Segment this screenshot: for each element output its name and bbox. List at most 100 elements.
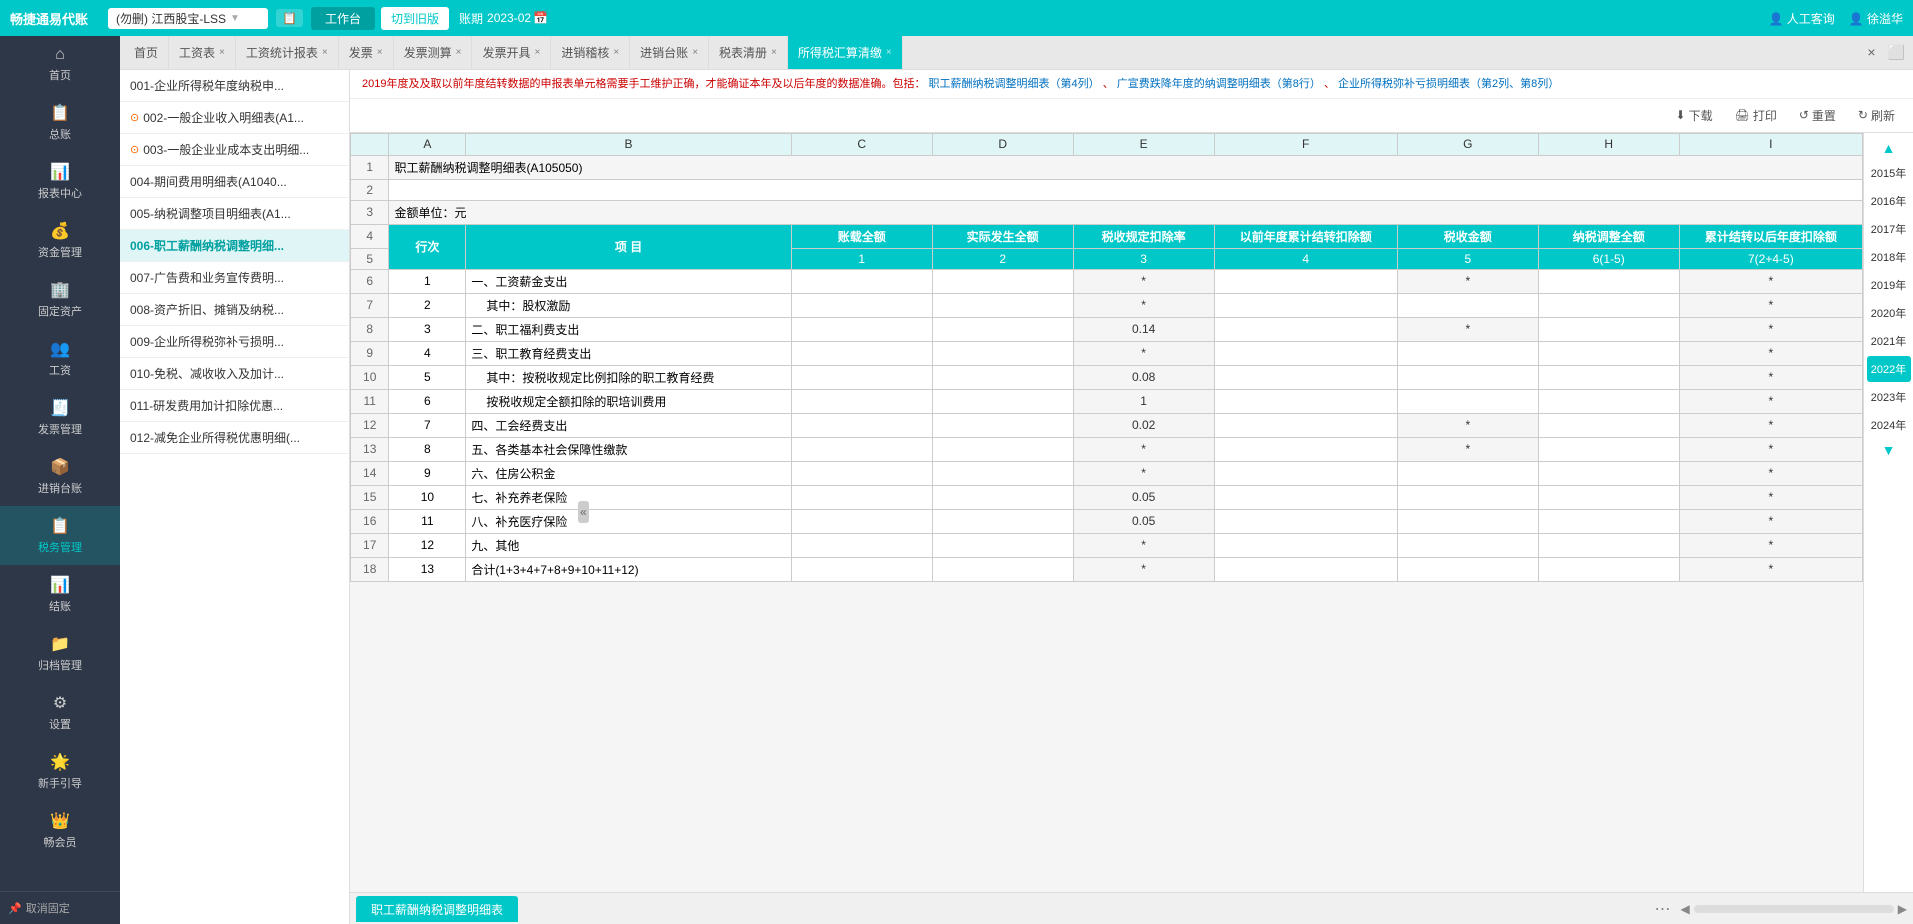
customer-service[interactable]: 👤 人工客询 [1768,10,1834,27]
row-6-h[interactable] [1538,269,1679,293]
cancel-fixed-button[interactable]: 📌 取消固定 [0,891,120,924]
tab-payslip-close[interactable]: × [219,47,225,58]
row-15-h[interactable] [1538,485,1679,509]
col-A-header[interactable]: A [389,133,466,155]
row-10-g[interactable] [1397,365,1538,389]
row-10-item[interactable]: 其中：按税收规定比例扣除的职工教育经费 [466,365,791,389]
row-12-e[interactable]: 0.02 [1073,413,1214,437]
h-scrollbar-track[interactable] [1694,905,1894,913]
calendar-icon[interactable]: 📅 [533,11,548,25]
row-16-seq[interactable]: 11 [389,509,466,533]
sidebar-item-home[interactable]: ⌂ 首页 [0,36,120,93]
row-13-seq[interactable]: 8 [389,437,466,461]
tab-sales-ledger-close[interactable]: × [692,47,698,58]
row-10-c[interactable] [791,365,932,389]
form-item-004[interactable]: 004-期间费用明细表(A1040... [120,166,349,198]
row-8-d[interactable] [932,317,1073,341]
col-E-header[interactable]: E [1073,133,1214,155]
scroll-left-icon[interactable]: ◀ [1681,902,1690,916]
row-15-d[interactable] [932,485,1073,509]
row-14-c[interactable] [791,461,932,485]
row-7-c[interactable] [791,293,932,317]
tab-close-action[interactable]: × [1863,42,1879,63]
form-item-010[interactable]: 010-免税、减收收入及加计... [120,358,349,390]
row-11-seq[interactable]: 6 [389,389,466,413]
col-B-header[interactable]: B [466,133,791,155]
tab-invoice-calc[interactable]: 发票测算 × [394,36,473,69]
row-10-d[interactable] [932,365,1073,389]
sidebar-item-reports[interactable]: 📊 报表中心 [0,152,120,211]
tab-payroll-report[interactable]: 工资统计报表 × [236,36,339,69]
row-10-h[interactable] [1538,365,1679,389]
year-2017[interactable]: 2017年 [1867,216,1911,242]
row-9-c[interactable] [791,341,932,365]
row-15-seq[interactable]: 10 [389,485,466,509]
row-17-g[interactable] [1397,533,1538,557]
company-selector[interactable]: (勿删) 江西股宝-LSS ▼ [108,8,268,29]
form-item-012[interactable]: 012-减免企业所得税优惠明细(... [120,422,349,454]
col-C-header[interactable]: C [791,133,932,155]
row-8-e[interactable]: 0.14 [1073,317,1214,341]
year-2015[interactable]: 2015年 [1867,160,1911,186]
tab-sales-audit[interactable]: 进销稽核 × [551,36,630,69]
row-15-c[interactable] [791,485,932,509]
col-D-header[interactable]: D [932,133,1073,155]
reset-button[interactable]: ↺ 重置 [1793,105,1842,126]
year-2020[interactable]: 2020年 [1867,300,1911,326]
row-8-h[interactable] [1538,317,1679,341]
col-F-header[interactable]: F [1214,133,1397,155]
row-11-h[interactable] [1538,389,1679,413]
workbench-button[interactable]: 工作台 [311,7,375,30]
tab-home[interactable]: 首页 [124,36,169,69]
form-item-001[interactable]: 001-企业所得税年度纳税申... [120,70,349,102]
row-14-h[interactable] [1538,461,1679,485]
row-16-f[interactable] [1214,509,1397,533]
row-14-g[interactable] [1397,461,1538,485]
row-7-d[interactable] [932,293,1073,317]
row-6-c[interactable] [791,269,932,293]
print-button[interactable]: 🖨 打印 [1729,105,1783,126]
year-2016[interactable]: 2016年 [1867,188,1911,214]
sidebar-item-assets[interactable]: 🏢 固定资产 [0,270,120,329]
row-6-f[interactable] [1214,269,1397,293]
row-7-g[interactable] [1397,293,1538,317]
year-up-arrow[interactable]: ▲ [1879,137,1899,159]
row-10-f[interactable] [1214,365,1397,389]
row-17-d[interactable] [932,533,1073,557]
form-item-002[interactable]: ⊙ 002-一般企业收入明细表(A1... [120,102,349,134]
row-16-item[interactable]: 八、补充医疗保险 [466,509,791,533]
row-9-g[interactable] [1397,341,1538,365]
row-12-f[interactable] [1214,413,1397,437]
col-I-header[interactable]: I [1679,133,1862,155]
row-8-item[interactable]: 二、职工福利费支出 [466,317,791,341]
year-down-arrow[interactable]: ▼ [1879,439,1899,461]
row-9-d[interactable] [932,341,1073,365]
tab-tax-list-close[interactable]: × [771,47,777,58]
row-17-f[interactable] [1214,533,1397,557]
form-item-006[interactable]: 006-职工薪酬纳税调整明细... [120,230,349,262]
row-17-h[interactable] [1538,533,1679,557]
row-15-f[interactable] [1214,485,1397,509]
sidebar-item-payroll[interactable]: 👥 工资 [0,329,120,388]
row-16-c[interactable] [791,509,932,533]
row-18-d[interactable] [932,557,1073,581]
tab-maximize-action[interactable]: ⬜ [1884,42,1909,63]
tab-tax-list[interactable]: 税表清册 × [709,36,788,69]
row-14-seq[interactable]: 9 [389,461,466,485]
row-13-item[interactable]: 五、各类基本社会保障性缴款 [466,437,791,461]
row-11-item[interactable]: 按税收规定全额扣除的职培训费用 [466,389,791,413]
row-11-g[interactable] [1397,389,1538,413]
row-17-seq[interactable]: 12 [389,533,466,557]
collapse-panel-button[interactable]: « [578,501,589,523]
row-13-c[interactable] [791,437,932,461]
sidebar-item-funds[interactable]: 💰 资金管理 [0,211,120,270]
row-15-e[interactable]: 0.05 [1073,485,1214,509]
row-13-f[interactable] [1214,437,1397,461]
tab-income-tax[interactable]: 所得税汇算清缴 × [788,36,903,69]
year-2024[interactable]: 2024年 [1867,412,1911,438]
form-item-007[interactable]: 007-广告费和业务宣传费明... [120,262,349,294]
scroll-right-icon[interactable]: ▶ [1898,902,1907,916]
row-14-d[interactable] [932,461,1073,485]
row-9-seq[interactable]: 4 [389,341,466,365]
row-7-item[interactable]: 其中：股权激励 [466,293,791,317]
